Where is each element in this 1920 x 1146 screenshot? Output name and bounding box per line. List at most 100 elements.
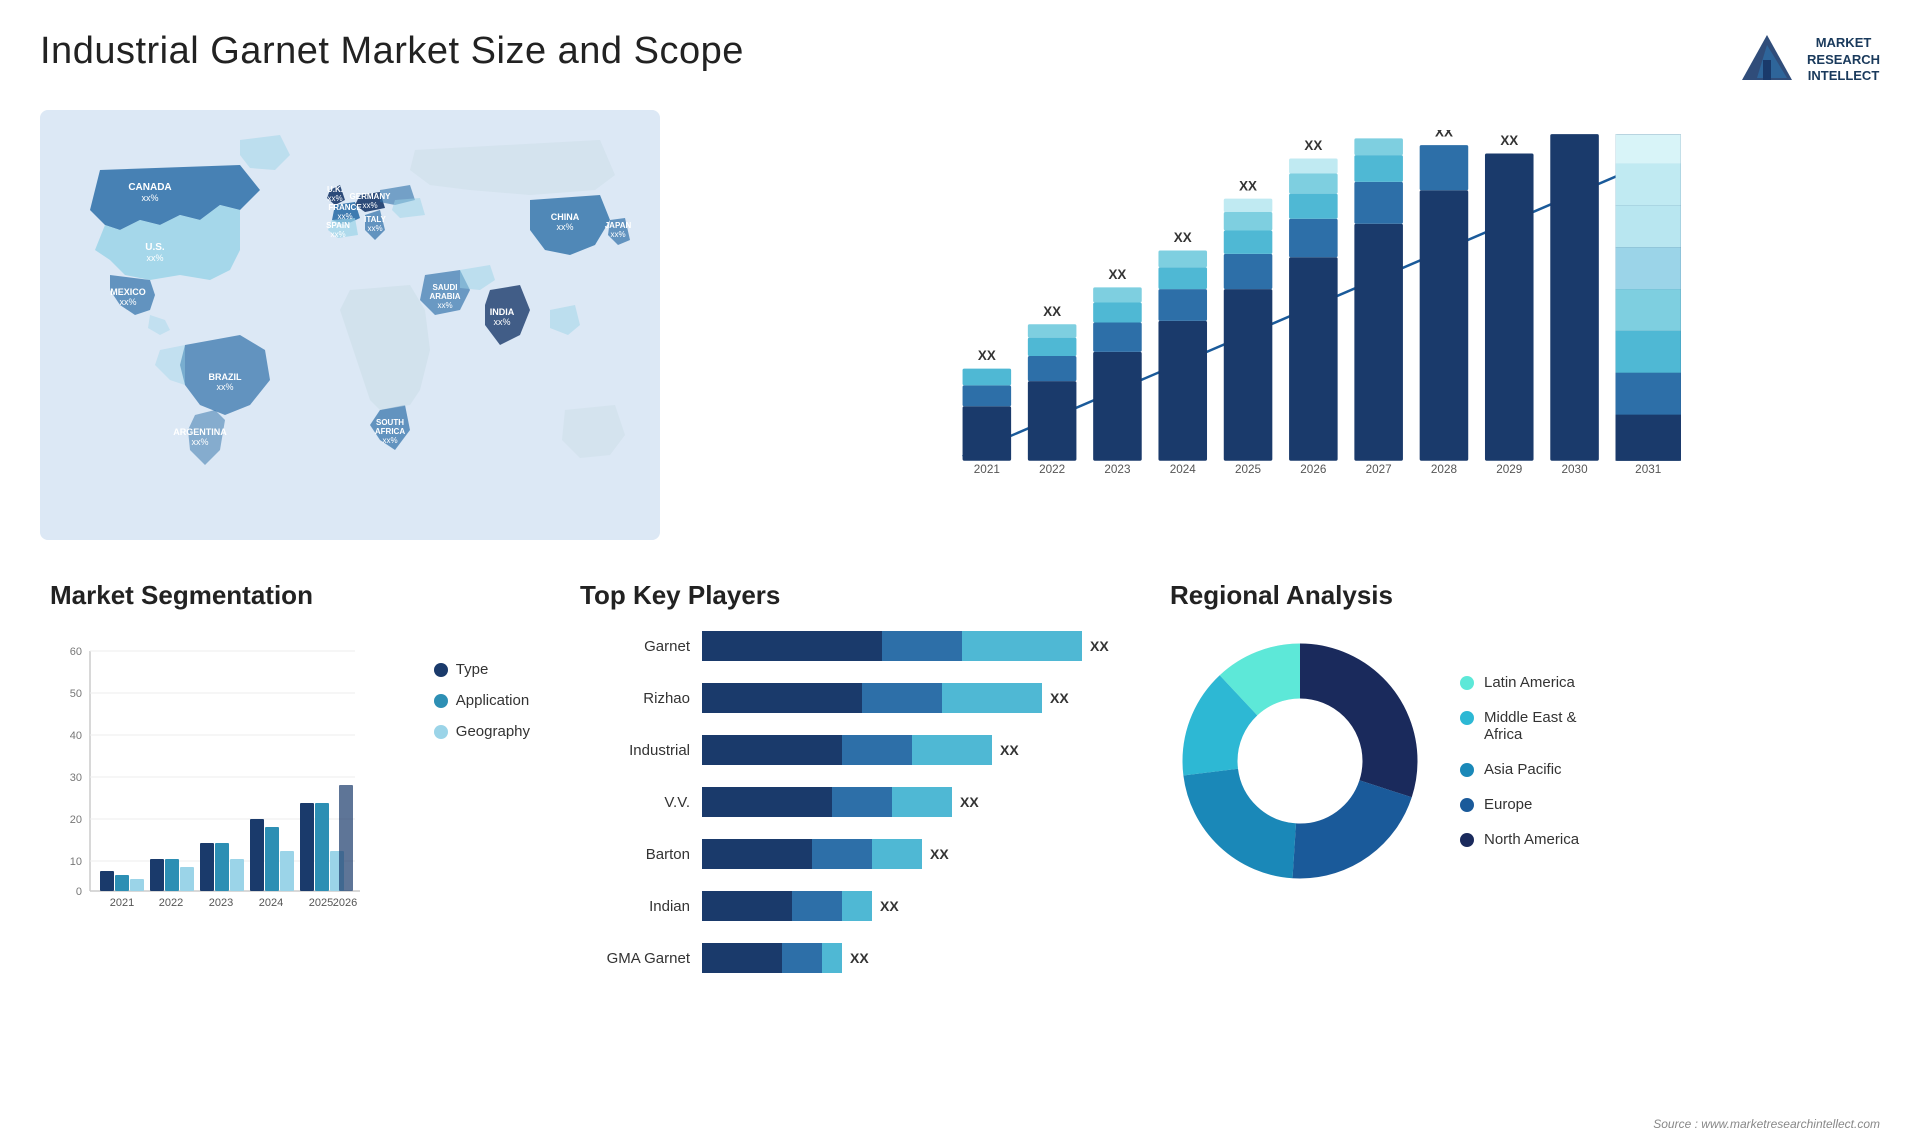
svg-text:2021: 2021 [110,897,134,909]
donut-chart-svg [1170,631,1430,891]
seg-legend: Type Application Geography [434,631,530,740]
player-row-industrial: Industrial XX [580,735,1120,765]
player-value-indian: XX [880,898,899,914]
player-bar-industrial: XX [702,735,1120,765]
svg-text:2025: 2025 [309,897,333,909]
regional-item-latin: Latin America [1460,674,1579,691]
svg-text:CANADA: CANADA [128,182,171,193]
legend-dot-type [434,663,448,677]
svg-text:XX: XX [1370,130,1388,133]
svg-text:2030: 2030 [1562,463,1589,476]
bar-seg3 [912,735,992,765]
svg-text:U.S.: U.S. [145,242,165,253]
svg-text:XX: XX [978,348,996,363]
top-section: CANADA xx% U.S. xx% MEXICO xx% BRAZIL xx… [40,110,1880,540]
svg-text:60: 60 [70,646,82,658]
legend-text-type: Type [456,661,489,678]
players-title: Top Key Players [580,580,1120,611]
svg-text:CHINA: CHINA [551,212,580,222]
svg-text:20: 20 [70,814,82,826]
svg-text:xx%: xx% [141,193,158,203]
player-name-rizhao: Rizhao [580,690,690,707]
svg-text:10: 10 [70,856,82,868]
svg-text:xx%: xx% [119,297,136,307]
svg-text:XX: XX [1043,304,1061,319]
svg-text:xx%: xx% [216,382,233,392]
svg-text:2027: 2027 [1366,463,1392,476]
regional-item-europe: Europe [1460,796,1579,813]
seg-chart-svg: 60 50 40 30 20 10 0 [50,631,370,951]
svg-text:XX: XX [1174,230,1192,245]
svg-text:XX: XX [1435,130,1453,140]
main-container: Industrial Garnet Market Size and Scope … [0,0,1920,1146]
bar-chart-svg: XX 2021 XX 2022 XX 2023 [760,130,1860,490]
svg-text:2023: 2023 [209,897,233,909]
bar-seg2 [842,735,912,765]
label-europe: Europe [1484,796,1532,813]
svg-text:XX: XX [1500,133,1518,148]
bar-seg2 [862,683,942,713]
svg-text:xx%: xx% [362,201,377,210]
legend-item-application: Application [434,692,530,709]
player-bar-garnet: XX [702,631,1120,661]
dot-north-america [1460,833,1474,847]
svg-text:2028: 2028 [1431,463,1458,476]
player-value-garnet: XX [1090,638,1109,654]
bar-seg3 [872,839,922,869]
source-text: Source : www.marketresearchintellect.com [1653,1117,1880,1131]
player-row-indian: Indian XX [580,891,1120,921]
svg-text:2023: 2023 [1104,463,1130,476]
bar-seg2 [792,891,842,921]
bar-seg3 [842,891,872,921]
svg-text:XX: XX [1304,138,1322,153]
legend-dot-geography [434,725,448,739]
player-row-garnet: Garnet XX [580,631,1120,661]
player-row-rizhao: Rizhao XX [580,683,1120,713]
legend-text-geography: Geography [456,723,530,740]
page-title: Industrial Garnet Market Size and Scope [40,30,744,73]
regional-item-mea: Middle East &Africa [1460,709,1579,743]
regional-item-apac: Asia Pacific [1460,761,1579,778]
svg-text:xx%: xx% [191,437,208,447]
player-value-rizhao: XX [1050,690,1069,706]
label-mea: Middle East &Africa [1484,709,1577,743]
svg-text:XX: XX [1109,267,1127,282]
svg-text:xx%: xx% [330,230,345,239]
svg-text:FRANCE: FRANCE [328,203,362,212]
regional-item-north-america: North America [1460,831,1579,848]
svg-text:2026: 2026 [1300,463,1326,476]
bar-seg1 [702,839,812,869]
bottom-section: Market Segmentation 60 50 40 [40,570,1880,1070]
player-bar-rizhao: XX [702,683,1120,713]
player-bar-gma: XX [702,943,1120,973]
bar-seg1 [702,631,882,661]
regional-legend: Latin America Middle East &Africa Asia P… [1460,674,1579,848]
svg-text:AFRICA: AFRICA [375,427,405,436]
bar-seg2 [832,787,892,817]
logo-text: MARKET RESEARCH INTELLECT [1807,35,1880,86]
svg-text:xx%: xx% [382,436,397,445]
svg-text:xx%: xx% [327,194,342,203]
legend-item-type: Type [434,661,530,678]
svg-text:BRAZIL: BRAZIL [209,372,242,382]
player-row-barton: Barton XX [580,839,1120,869]
svg-text:2024: 2024 [1170,463,1197,476]
logo-container: MARKET RESEARCH INTELLECT [1737,30,1880,90]
svg-text:2031: 2031 [1635,463,1661,476]
svg-text:2021: 2021 [974,463,1000,476]
label-latin: Latin America [1484,674,1575,691]
svg-text:ARGENTINA: ARGENTINA [173,427,227,437]
player-value-industrial: XX [1000,742,1019,758]
legend-dot-application [434,694,448,708]
segmentation-container: Market Segmentation 60 50 40 [40,570,540,1070]
svg-text:xx%: xx% [367,224,382,233]
svg-text:2022: 2022 [159,897,183,909]
svg-text:SAUDI: SAUDI [433,283,458,292]
dot-apac [1460,763,1474,777]
bar-seg1 [702,891,792,921]
svg-text:0: 0 [76,886,82,898]
players-list: Garnet XX Rizhao [580,631,1120,973]
svg-text:INDIA: INDIA [490,307,515,317]
svg-text:xx%: xx% [610,230,625,239]
bar-seg2 [882,631,962,661]
